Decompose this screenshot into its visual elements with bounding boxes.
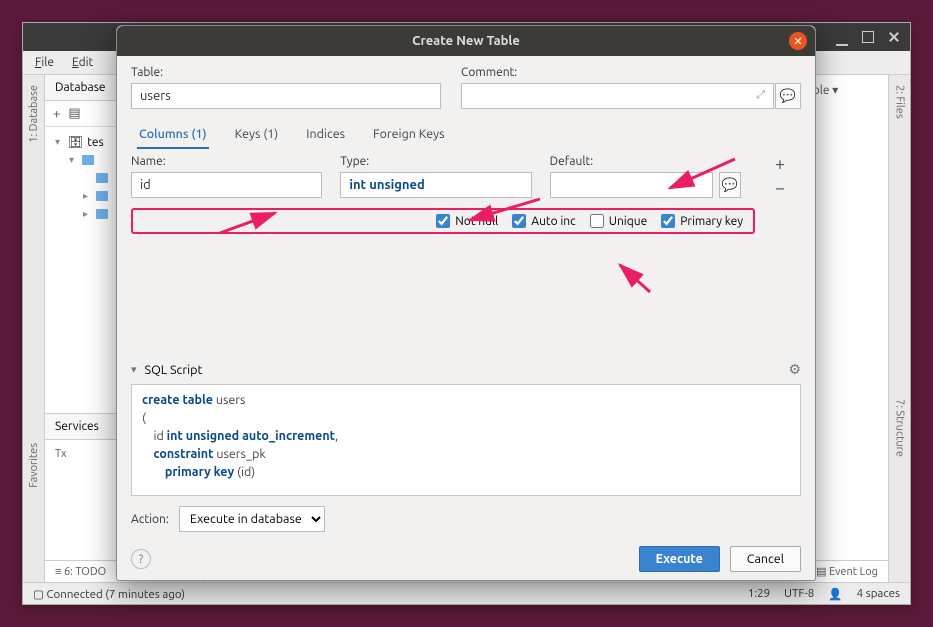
- right-rail: 2: Files 7: Structure: [888, 75, 910, 604]
- cancel-button[interactable]: Cancel: [730, 546, 801, 572]
- sql-script-header[interactable]: ▾ SQL Script ⚙: [131, 361, 801, 378]
- execute-button[interactable]: Execute: [639, 546, 720, 572]
- col-type-input[interactable]: [340, 172, 531, 198]
- status-encoding[interactable]: UTF-8: [784, 587, 814, 600]
- toolbar-item[interactable]: ▤: [68, 106, 80, 121]
- add-column-button[interactable]: +: [771, 155, 789, 173]
- close-button[interactable]: ✕: [789, 32, 807, 50]
- remove-column-button[interactable]: −: [771, 179, 789, 197]
- tab-todo[interactable]: ≡ 6: TODO: [55, 566, 106, 578]
- cb-auto-inc[interactable]: Auto inc: [512, 214, 575, 228]
- close-icon[interactable]: [888, 31, 900, 43]
- column-properties: Not null Auto inc Unique Primary key: [131, 208, 755, 234]
- sql-script-text[interactable]: create table users ( id int unsigned aut…: [131, 384, 801, 496]
- chevron-down-icon: ▾: [131, 363, 137, 376]
- dialog-titlebar: Create New Table ✕: [117, 26, 815, 56]
- cb-not-null[interactable]: Not null: [436, 214, 498, 228]
- table-name-input[interactable]: [131, 83, 441, 109]
- comment-label: Comment:: [461, 66, 801, 79]
- rail-files[interactable]: 2: Files: [894, 85, 906, 119]
- tab-event-log[interactable]: ▤ Event Log: [816, 565, 878, 578]
- col-default-label: Default:: [550, 155, 741, 168]
- dialog-title: Create New Table: [412, 34, 520, 48]
- folder-icon: [96, 191, 108, 201]
- tab-indices[interactable]: Indices: [304, 123, 347, 149]
- default-dialog-button[interactable]: 💬: [719, 172, 741, 198]
- gear-icon[interactable]: ⚙: [788, 361, 801, 378]
- col-type-label: Type:: [340, 155, 531, 168]
- tab-foreign-keys[interactable]: Foreign Keys: [371, 123, 447, 149]
- help-button[interactable]: ?: [131, 549, 151, 569]
- col-name-label: Name:: [131, 155, 322, 168]
- status-connected: ▢ Connected (7 minutes ago): [33, 587, 185, 601]
- comment-dialog-button[interactable]: 💬: [775, 83, 801, 109]
- statusbar: ▢ Connected (7 minutes ago) 1:29 UTF-8 👤…: [23, 582, 910, 604]
- rail-favorites[interactable]: Favorites: [28, 443, 40, 488]
- action-label: Action:: [131, 513, 169, 526]
- folder-icon: [96, 209, 108, 219]
- left-rail: 1: Database Favorites: [23, 75, 45, 604]
- col-name-input[interactable]: [131, 172, 322, 198]
- status-user-icon[interactable]: 👤: [828, 587, 842, 601]
- status-indent[interactable]: 4 spaces: [857, 587, 900, 600]
- folder-icon: [96, 173, 108, 183]
- cb-unique[interactable]: Unique: [590, 214, 647, 228]
- minimize-icon[interactable]: [836, 34, 848, 46]
- add-datasource-button[interactable]: +: [53, 107, 60, 121]
- rail-structure[interactable]: 7: Structure: [894, 399, 906, 457]
- maximize-icon[interactable]: [862, 31, 874, 43]
- comment-input[interactable]: [461, 83, 774, 109]
- menu-file[interactable]: FFileile: [35, 56, 54, 69]
- status-pos: 1:29: [748, 587, 770, 600]
- tab-keys[interactable]: Keys (1): [233, 123, 281, 149]
- rail-database[interactable]: 1: Database: [28, 85, 40, 143]
- action-select[interactable]: Execute in database: [179, 506, 325, 532]
- col-default-input[interactable]: [550, 172, 713, 198]
- create-table-dialog: Create New Table ✕ Table: Comment: ⤢ 💬 C…: [116, 25, 816, 581]
- table-label: Table:: [131, 66, 441, 79]
- tab-columns[interactable]: Columns (1): [137, 123, 209, 149]
- menu-edit[interactable]: Edit: [72, 56, 93, 69]
- cb-primary-key[interactable]: Primary key: [661, 214, 743, 228]
- folder-icon: [82, 155, 94, 165]
- tabs: Columns (1) Keys (1) Indices Foreign Key…: [137, 123, 801, 149]
